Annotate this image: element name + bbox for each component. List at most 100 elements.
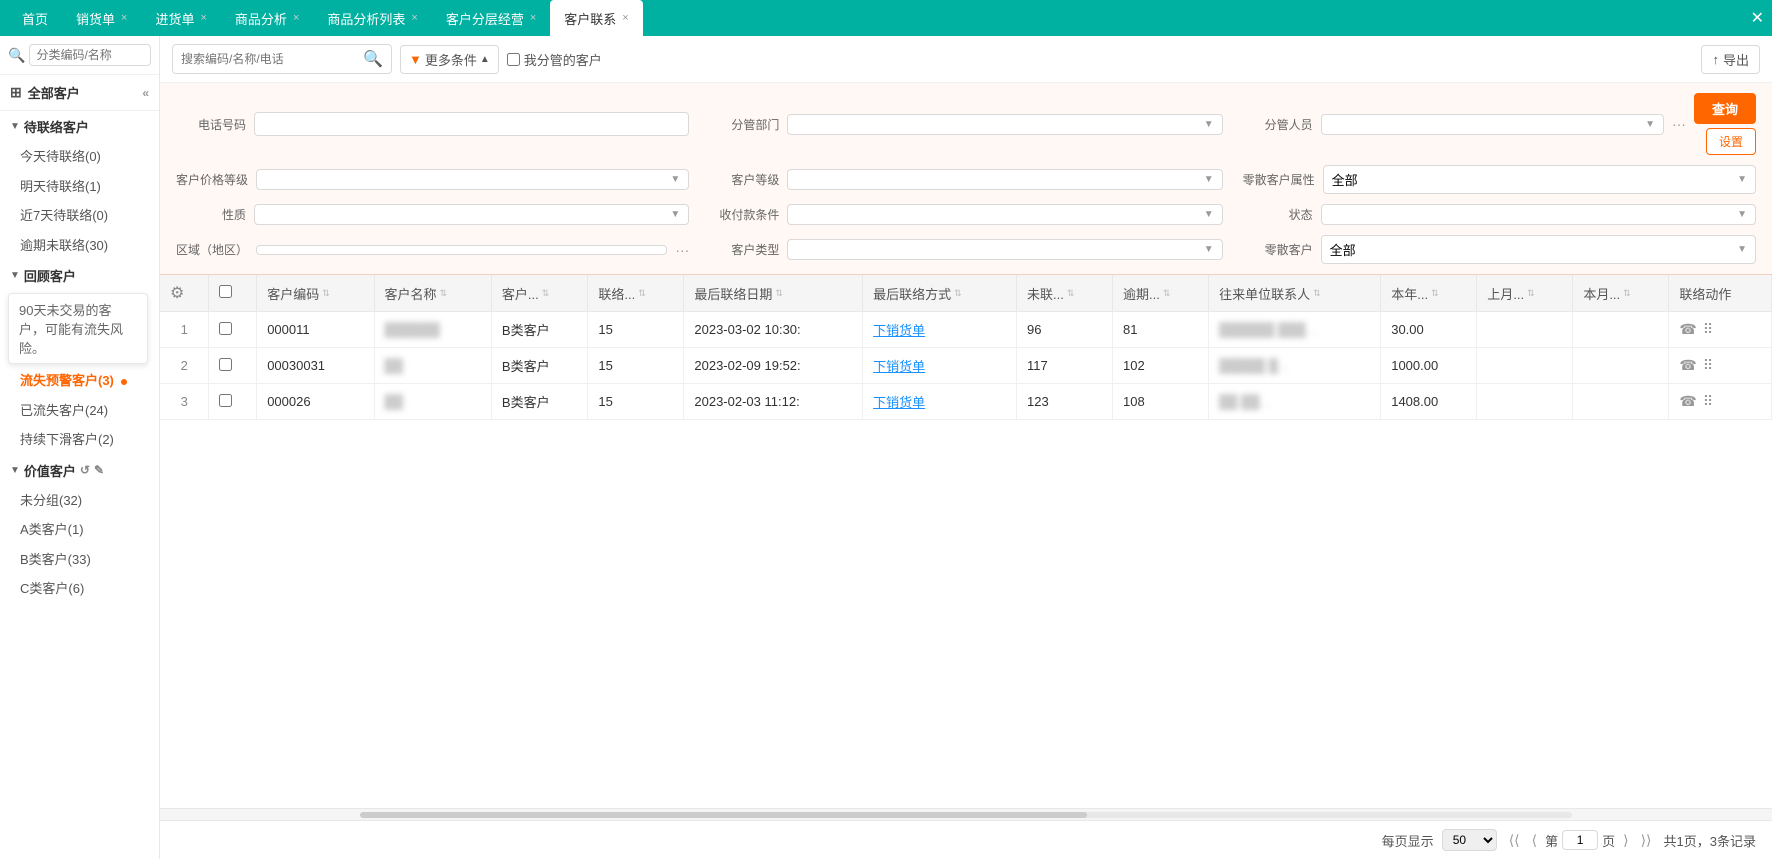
row-check[interactable]	[209, 348, 257, 384]
th-overdue[interactable]: 逾期... ⇅	[1113, 275, 1209, 312]
export-button[interactable]: ↑ 导出	[1701, 45, 1760, 74]
th-last-month[interactable]: 上月... ⇅	[1477, 275, 1573, 312]
prev-page-btn[interactable]: ⟨	[1528, 830, 1541, 851]
sidebar-search-icon: 🔍	[8, 47, 25, 64]
query-button[interactable]: 查询	[1694, 93, 1756, 124]
th-history[interactable]: 往来单位联系人 ⇅	[1209, 275, 1381, 312]
tab-customer-tier[interactable]: 客户分层经营 ×	[432, 0, 550, 36]
search-input[interactable]	[181, 52, 363, 66]
th-type[interactable]: 客户... ⇅	[491, 275, 587, 312]
sidebar-item-today[interactable]: 今天待联络(0)	[0, 142, 159, 172]
sidebar-item-a-class[interactable]: A类客户(1)	[0, 515, 159, 545]
th-name[interactable]: 客户名称 ⇅	[374, 275, 491, 312]
payment-select[interactable]: ▼	[787, 204, 1222, 225]
sidebar-item-7days[interactable]: 近7天待联络(0)	[0, 201, 159, 231]
row-last-way[interactable]: 下销货单	[863, 384, 1017, 420]
status-select[interactable]: ▼	[1321, 204, 1756, 225]
tab-sales[interactable]: 销货单 ×	[62, 0, 141, 36]
page-input[interactable]	[1562, 830, 1598, 850]
per-page-select[interactable]: 50 100 200	[1442, 829, 1497, 851]
tab-home[interactable]: 首页	[8, 0, 62, 36]
sidebar-item-overdue[interactable]: 逾期未联络(30)	[0, 231, 159, 261]
close-customer-contact-tab[interactable]: ×	[622, 12, 628, 24]
sidebar-item-b-class[interactable]: B类客户(33)	[0, 545, 159, 575]
horizontal-scrollbar[interactable]	[160, 808, 1772, 820]
th-last-date[interactable]: 最后联络日期 ⇅	[684, 275, 863, 312]
th-this-year[interactable]: 本年... ⇅	[1381, 275, 1477, 312]
sidebar-search-input[interactable]	[29, 44, 151, 66]
row-contact: 15	[588, 312, 684, 348]
manager-more[interactable]: ···	[1672, 116, 1686, 132]
price-grade-select[interactable]: ▼	[256, 169, 689, 190]
row-last-way[interactable]: 下销货单	[863, 312, 1017, 348]
sidebar-item-ungrouped[interactable]: 未分组(32)	[0, 486, 159, 516]
my-customers-check[interactable]	[507, 53, 520, 66]
close-analysis-list-tab[interactable]: ×	[411, 12, 417, 24]
phone-input[interactable]	[254, 112, 689, 136]
row-this-year: 1408.00	[1381, 384, 1477, 420]
call-icon[interactable]: ☎	[1679, 321, 1696, 338]
region-more[interactable]: ···	[675, 242, 689, 258]
sidebar-item-churn-warning[interactable]: 流失预警客户(3)	[0, 366, 159, 396]
more-actions-icon[interactable]: ⠿	[1703, 357, 1713, 374]
retail-attr-select[interactable]: 全部 ▼	[1323, 165, 1756, 194]
chevron-icon: ▲	[480, 54, 490, 65]
search-button[interactable]: 🔍	[363, 49, 383, 69]
sidebar-item-already-churn[interactable]: 已流失客户(24)	[0, 396, 159, 426]
manager-chevron: ▼	[1645, 119, 1655, 130]
row-check[interactable]	[209, 312, 257, 348]
tab-analysis-list[interactable]: 商品分析列表 ×	[313, 0, 431, 36]
tab-analysis[interactable]: 商品分析 ×	[221, 0, 313, 36]
sort-name: ⇅	[440, 288, 448, 299]
more-actions-icon[interactable]: ⠿	[1703, 321, 1713, 338]
close-analysis-tab[interactable]: ×	[293, 12, 299, 24]
more-actions-icon[interactable]: ⠿	[1703, 393, 1713, 410]
next-page-btn[interactable]: ⟩	[1619, 830, 1632, 851]
row-check[interactable]	[209, 384, 257, 420]
row-code: 00030031	[257, 348, 374, 384]
row-uncontacted: 123	[1017, 384, 1113, 420]
th-gear[interactable]: ⚙	[160, 275, 209, 312]
sort-type: ⇅	[542, 288, 550, 299]
call-icon[interactable]: ☎	[1679, 357, 1696, 374]
gear-icon[interactable]: ⚙	[170, 285, 184, 302]
settings-button[interactable]: 设置	[1706, 128, 1756, 155]
cust-grade-select[interactable]: ▼	[787, 169, 1222, 190]
th-last-way[interactable]: 最后联络方式 ⇅	[863, 275, 1017, 312]
more-conditions-button[interactable]: ▼ 更多条件 ▲	[400, 45, 499, 74]
tab-customer-contact[interactable]: 客户联系 ×	[550, 0, 642, 36]
select-all-checkbox[interactable]	[219, 285, 232, 298]
scrollbar-thumb[interactable]	[360, 812, 1087, 818]
th-contact[interactable]: 联络... ⇅	[588, 275, 684, 312]
sidebar-group-pending[interactable]: ▼ 待联络客户	[0, 111, 159, 142]
retail-cust-select[interactable]: 全部 ▼	[1321, 235, 1756, 264]
dept-select[interactable]: ▼	[787, 114, 1222, 135]
th-uncontacted[interactable]: 未联... ⇅	[1017, 275, 1113, 312]
close-sales-tab[interactable]: ×	[121, 12, 127, 24]
close-purchase-tab[interactable]: ×	[200, 12, 206, 24]
row-last-way[interactable]: 下销货单	[863, 348, 1017, 384]
manager-select[interactable]: ▼	[1321, 114, 1664, 135]
row-this-year: 1000.00	[1381, 348, 1477, 384]
th-this-month[interactable]: 本月... ⇅	[1573, 275, 1669, 312]
tab-purchase[interactable]: 进货单 ×	[141, 0, 220, 36]
sidebar-item-declining[interactable]: 持续下滑客户(2)	[0, 425, 159, 455]
call-icon[interactable]: ☎	[1679, 393, 1696, 410]
first-page-btn[interactable]: ⟨⟨	[1505, 830, 1524, 851]
refresh-icon[interactable]: ↺	[80, 463, 90, 477]
sidebar-group-value[interactable]: ▼ 价值客户 ↺ ✎	[0, 455, 159, 486]
th-check[interactable]	[209, 275, 257, 312]
last-page-btn[interactable]: ⟩⟩	[1637, 830, 1656, 851]
region-select[interactable]	[256, 245, 667, 255]
close-customer-tier-tab[interactable]: ×	[530, 12, 536, 24]
th-code[interactable]: 客户编码 ⇅	[257, 275, 374, 312]
close-all-button[interactable]: ✕	[1751, 8, 1764, 28]
edit-icon[interactable]: ✎	[94, 463, 104, 477]
nature-select[interactable]: ▼	[254, 204, 689, 225]
sidebar-group-churn[interactable]: ▼ 回顾客户	[0, 260, 159, 291]
sidebar-all-customers[interactable]: ⊞ 全部客户 «	[0, 75, 159, 111]
sidebar-item-c-class[interactable]: C类客户(6)	[0, 574, 159, 604]
sidebar-item-tomorrow[interactable]: 明天待联络(1)	[0, 172, 159, 202]
my-customers-checkbox[interactable]: 我分管的客户	[507, 50, 602, 69]
cust-type-select[interactable]: ▼	[787, 239, 1222, 260]
